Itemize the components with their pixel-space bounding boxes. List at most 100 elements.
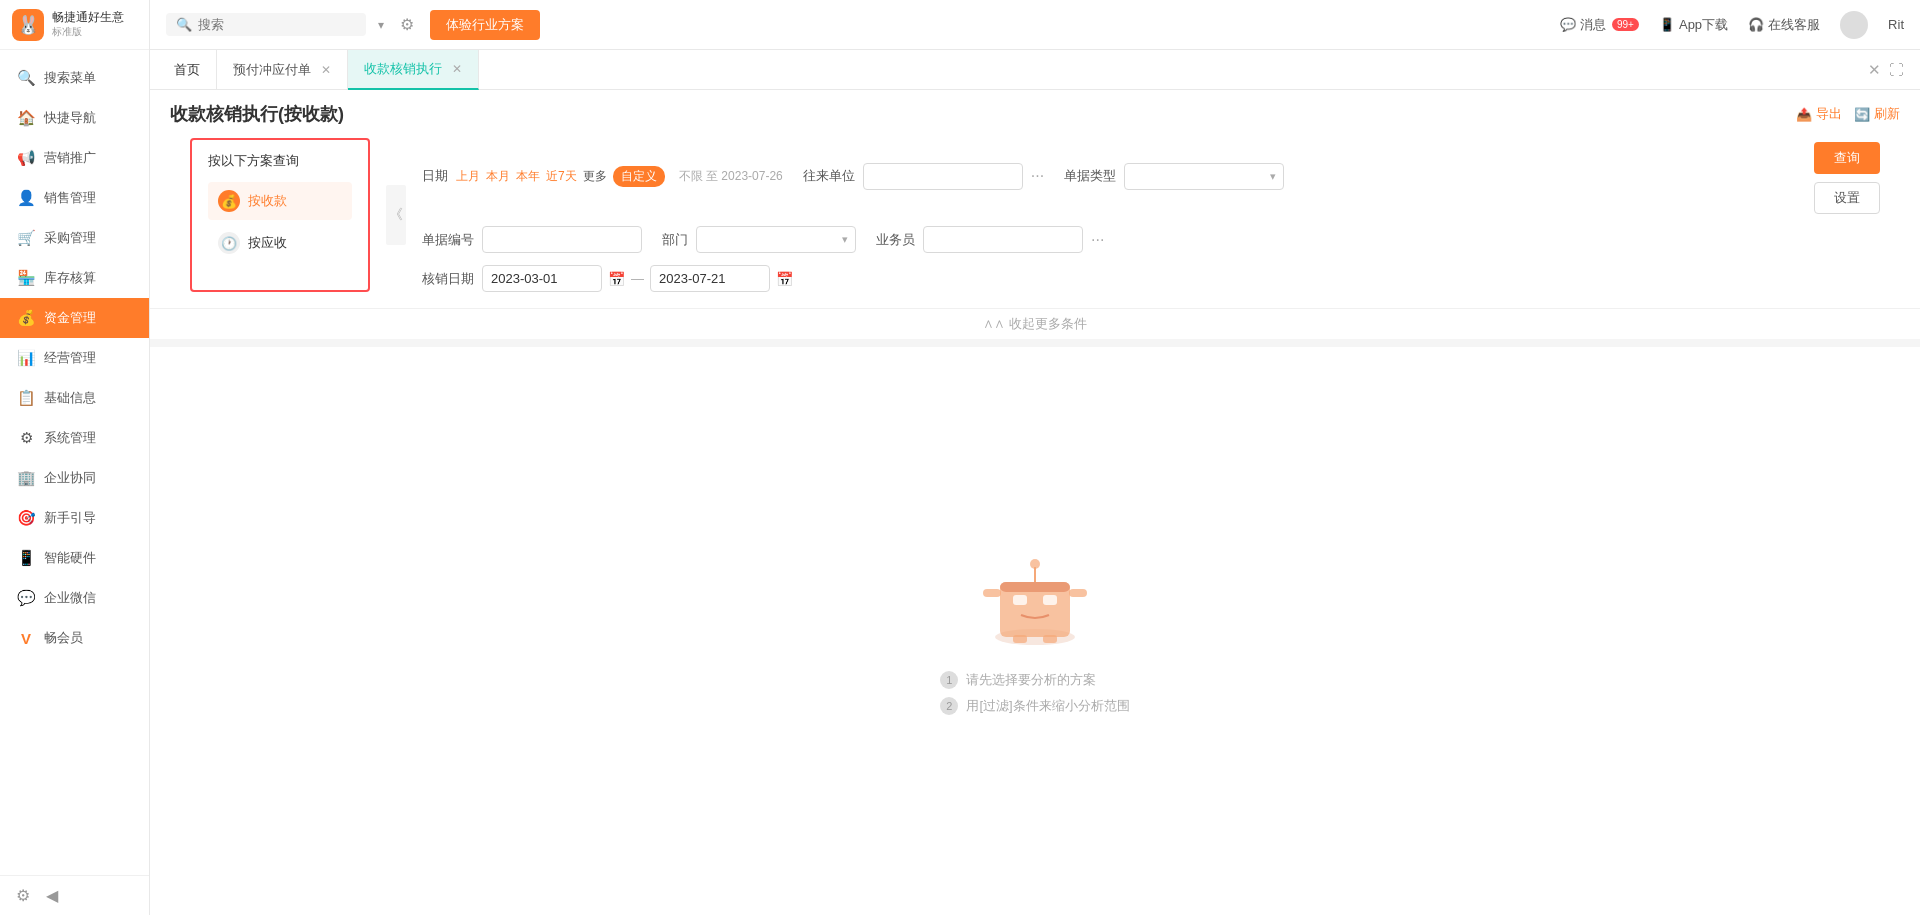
tab-prepay[interactable]: 预付冲应付单 ✕	[217, 50, 348, 90]
calendar-start-icon[interactable]: 📅	[608, 271, 625, 287]
basic-info-icon: 📋	[16, 388, 36, 408]
operations-icon: 📊	[16, 348, 36, 368]
svg-rect-9	[1013, 635, 1027, 643]
svg-point-8	[1030, 559, 1040, 569]
filter-by-receivable[interactable]: 🕐 按应收	[208, 224, 352, 262]
doc-type-select[interactable]	[1124, 163, 1284, 190]
sidebar-item-label: 营销推广	[44, 149, 96, 167]
topbar-chevron-icon[interactable]: ▾	[378, 18, 384, 32]
sidebar-item-label: 快捷导航	[44, 109, 96, 127]
salesperson-input[interactable]	[923, 226, 1083, 253]
sidebar-item-quick-nav[interactable]: 🏠 快捷导航	[0, 98, 149, 138]
page-header: 收款核销执行(按收款) 📤 导出 🔄 刷新	[150, 90, 1920, 126]
topbar-gear-icon[interactable]: ⚙	[400, 15, 414, 34]
collapse-more-label: 收起更多条件	[1009, 316, 1087, 331]
tab-prepay-close[interactable]: ✕	[321, 63, 331, 77]
sidebar-item-search-menu[interactable]: 🔍 搜索菜单	[0, 58, 149, 98]
filter-row-1: 日期 上月 本月 本年 近7天 更多 自定义 不限 至 2023-07-26	[422, 138, 1880, 214]
search-menu-icon: 🔍	[16, 68, 36, 88]
tabbar-actions: ✕ ⛶	[1868, 61, 1912, 79]
close-all-icon[interactable]: ✕	[1868, 61, 1881, 79]
tab-home[interactable]: 首页	[158, 50, 217, 90]
sidebar-item-wechat[interactable]: 💬 企业微信	[0, 578, 149, 618]
sidebar-item-capital[interactable]: 💰 资金管理	[0, 298, 149, 338]
empty-tip-1-text: 请先选择要分析的方案	[966, 671, 1096, 689]
system-icon: ⚙	[16, 428, 36, 448]
sidebar-item-label: 新手引导	[44, 509, 96, 527]
topbar: 🔍 ▾ ⚙ 体验行业方案 💬 消息 99+ 📱 App下载 🎧 在线客服 Rit	[150, 0, 1920, 50]
refresh-icon: 🔄	[1854, 107, 1870, 122]
user-name: Rit	[1888, 17, 1904, 32]
date-last-month[interactable]: 上月	[456, 168, 480, 185]
date-7days[interactable]: 近7天	[546, 168, 577, 185]
filter-date-field: 日期 上月 本月 本年 近7天 更多 自定义 不限 至 2023-07-26	[422, 166, 783, 187]
doc-type-select-wrapper	[1124, 163, 1284, 190]
sidebar-item-hardware[interactable]: 📱 智能硬件	[0, 538, 149, 578]
salesperson-dots[interactable]: ···	[1091, 231, 1104, 249]
date-this-month[interactable]: 本月	[486, 168, 510, 185]
sidebar-item-marketing[interactable]: 📢 营销推广	[0, 138, 149, 178]
date-unlimit: 不限 至 2023-07-26	[679, 168, 783, 185]
quick-nav-icon: 🏠	[16, 108, 36, 128]
topbar-app-download[interactable]: 📱 App下载	[1659, 16, 1728, 34]
solution-button[interactable]: 体验行业方案	[430, 10, 540, 40]
writeoff-date-end-input[interactable]	[650, 265, 770, 292]
sidebar-item-member[interactable]: V 畅会员	[0, 618, 149, 658]
date-more[interactable]: 更多	[583, 168, 607, 185]
doc-number-input[interactable]	[482, 226, 642, 253]
sidebar-item-guide[interactable]: 🎯 新手引导	[0, 498, 149, 538]
topbar-message[interactable]: 💬 消息 99+	[1560, 16, 1639, 34]
filter-right-panel: 日期 上月 本月 本年 近7天 更多 自定义 不限 至 2023-07-26	[422, 138, 1880, 292]
sidebar-item-label: 采购管理	[44, 229, 96, 247]
sidebar-item-label: 企业协同	[44, 469, 96, 487]
svg-rect-4	[1043, 595, 1057, 605]
action-buttons: 查询 设置	[1814, 138, 1880, 214]
counterparty-input[interactable]	[863, 163, 1023, 190]
message-badge: 99+	[1612, 18, 1639, 31]
tab-collection[interactable]: 收款核销执行 ✕	[348, 50, 479, 90]
tab-collection-close[interactable]: ✕	[452, 62, 462, 76]
date-custom[interactable]: 自定义	[613, 166, 665, 187]
wechat-icon: 💬	[16, 588, 36, 608]
sidebar-menu: 🔍 搜索菜单 🏠 快捷导航 📢 营销推广 👤 销售管理 🛒 采购管理 🏪 库存核…	[0, 50, 149, 875]
sidebar-item-label: 搜索菜单	[44, 69, 96, 87]
date-this-year[interactable]: 本年	[516, 168, 540, 185]
sidebar-item-operations[interactable]: 📊 经营管理	[0, 338, 149, 378]
filter-department-field: 部门	[662, 226, 856, 253]
collapse-more-button[interactable]: ∧∧ 收起更多条件	[983, 316, 1087, 331]
search-input[interactable]	[198, 17, 338, 32]
export-button[interactable]: 📤 导出	[1796, 105, 1842, 123]
empty-illustration	[975, 547, 1095, 647]
calendar-end-icon[interactable]: 📅	[776, 271, 793, 287]
filter-row-3: 核销日期 📅 — 📅	[422, 265, 1880, 292]
set-button[interactable]: 设置	[1814, 182, 1880, 214]
writeoff-date-start-input[interactable]	[482, 265, 602, 292]
export-icon: 📤	[1796, 107, 1812, 122]
sidebar-item-enterprise[interactable]: 🏢 企业协同	[0, 458, 149, 498]
by-receipt-icon: 💰	[218, 190, 240, 212]
refresh-button[interactable]: 🔄 刷新	[1854, 105, 1900, 123]
expand-icon[interactable]: ⛶	[1889, 61, 1904, 78]
topbar-search-box[interactable]: 🔍	[166, 13, 366, 36]
topbar-online-service[interactable]: 🎧 在线客服	[1748, 16, 1820, 34]
department-select[interactable]	[696, 226, 856, 253]
filter-counterparty-field: 往来单位 ···	[803, 163, 1044, 190]
filter-collapse-button[interactable]: 《	[386, 185, 406, 245]
filter-by-receipt[interactable]: 💰 按收款	[208, 182, 352, 220]
date-separator: —	[631, 271, 644, 286]
counterparty-dots[interactable]: ···	[1031, 167, 1044, 185]
department-select-wrapper	[696, 226, 856, 253]
sidebar-item-system[interactable]: ⚙ 系统管理	[0, 418, 149, 458]
sidebar-item-inventory[interactable]: 🏪 库存核算	[0, 258, 149, 298]
by-receivable-icon: 🕐	[218, 232, 240, 254]
sidebar-item-sales[interactable]: 👤 销售管理	[0, 178, 149, 218]
sidebar-item-purchase[interactable]: 🛒 采购管理	[0, 218, 149, 258]
sidebar-collapse-icon[interactable]: ◀	[46, 886, 58, 905]
capital-icon: 💰	[16, 308, 36, 328]
sidebar-settings-icon[interactable]: ⚙	[16, 886, 30, 905]
message-icon: 💬	[1560, 17, 1576, 32]
collapse-more-bar: ∧∧ 收起更多条件	[150, 308, 1920, 339]
sidebar-item-basic-info[interactable]: 📋 基础信息	[0, 378, 149, 418]
query-button[interactable]: 查询	[1814, 142, 1880, 174]
filter-panel: 按以下方案查询 💰 按收款 🕐 按应收 《	[170, 126, 1900, 308]
